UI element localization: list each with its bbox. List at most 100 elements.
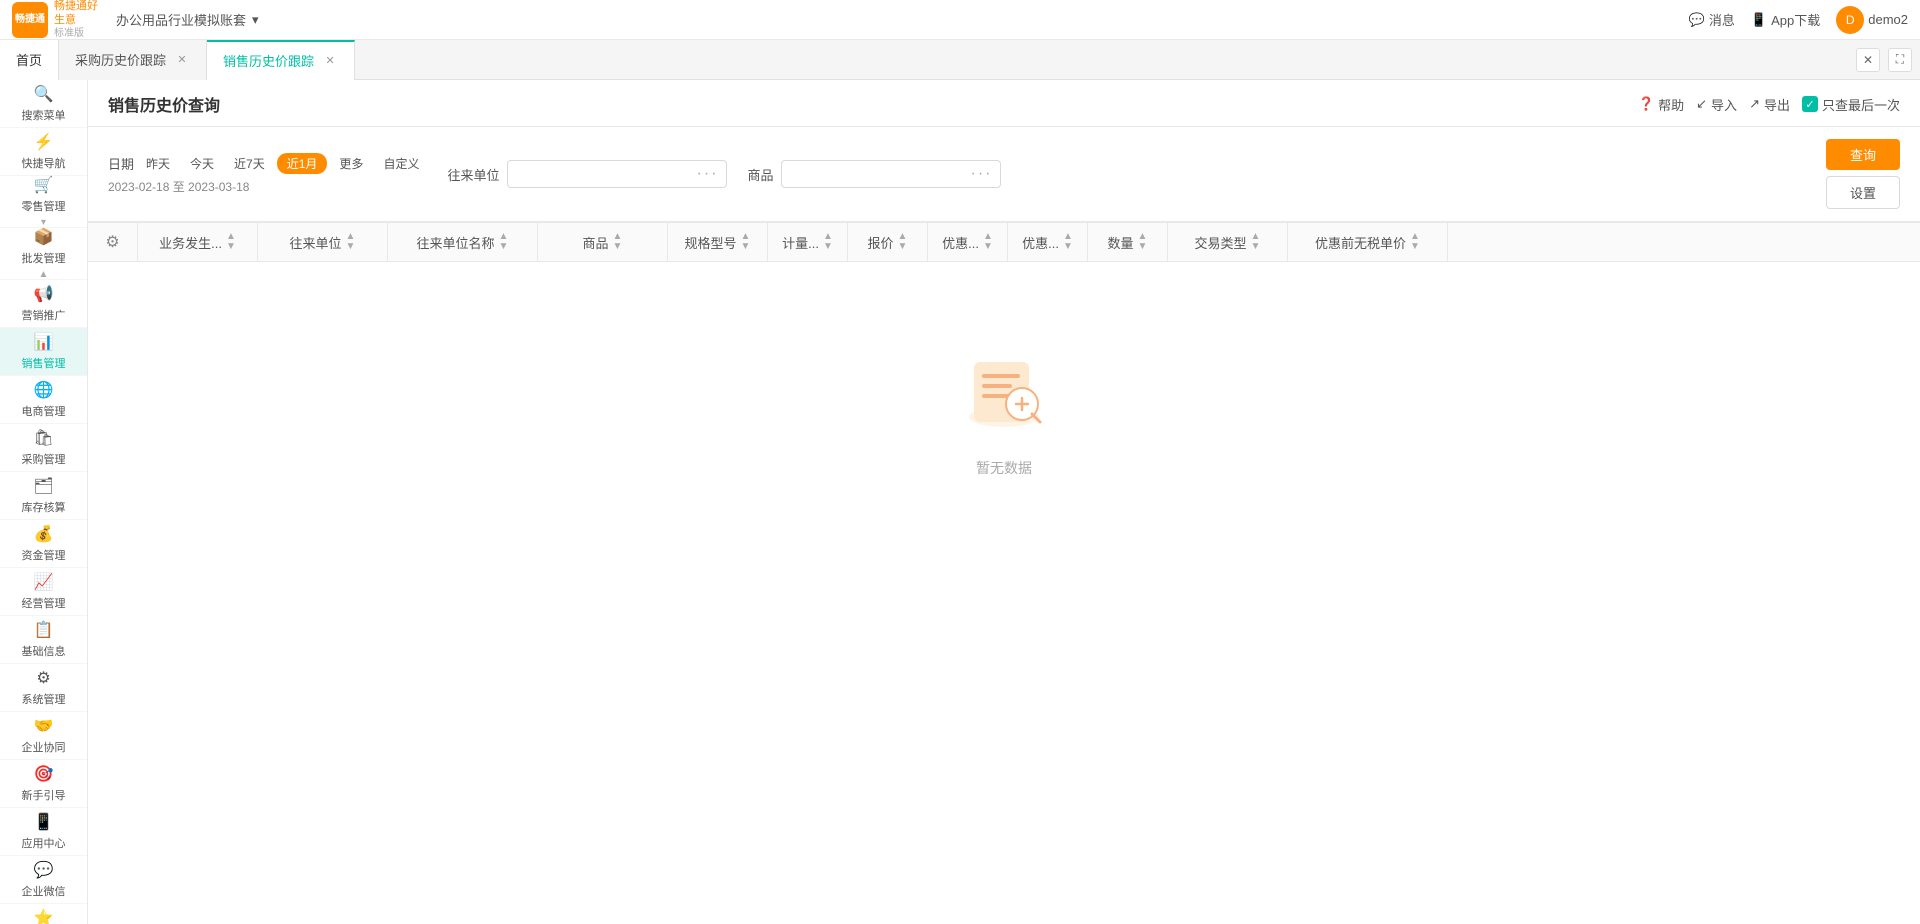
app-center-icon: 📱 [34,812,54,832]
sidebar-item-basic-info[interactable]: 📋 基础信息 [0,616,87,664]
sidebar-item-sales-mgmt[interactable]: 📊 销售管理 [0,328,87,376]
sidebar-item-finance-mgmt[interactable]: 💰 资金管理 [0,520,87,568]
workspace-label: 办公用品行业模拟账套 [116,10,246,29]
th-discount1-sort-icon: ▲▼ [983,232,993,252]
quick-nav-icon: ⚡ [34,132,54,152]
help-icon: ❓ [1638,96,1654,112]
sidebar-item-enterprise-wechat[interactable]: 💬 企业微信 [0,856,87,904]
empty-text: 暂无数据 [976,458,1032,478]
table-header: ⚙ 业务发生... ▲▼ 往来单位 ▲▼ 往来单位名称 ▲▼ 商品 ▲▼ [88,222,1920,262]
th-discount2[interactable]: 优惠... ▲▼ [1008,223,1088,261]
help-btn[interactable]: ❓ 帮助 [1638,95,1684,114]
th-trade-type-sort-icon: ▲▼ [1251,232,1261,252]
th-quote-sort-icon: ▲▼ [898,232,908,252]
th-unit-name[interactable]: 往来单位名称 ▲▼ [388,223,538,261]
settings-button[interactable]: 设置 [1826,176,1900,209]
download-icon: 📱 [1751,12,1767,28]
sidebar-item-app-center[interactable]: 📱 应用中心 [0,808,87,856]
app-center-label: 应用中心 [22,835,66,851]
tab-home-label: 首页 [16,50,42,69]
date-range-text: 2023-02-18 至 2023-03-18 [108,178,427,195]
th-unit-code[interactable]: 往来单位 ▲▼ [258,223,388,261]
th-quantity[interactable]: 数量 ▲▼ [1088,223,1168,261]
enterprise-collab-icon: 🤝 [34,716,54,736]
sidebar-item-system-mgmt[interactable]: ⚙ 系统管理 [0,664,87,712]
page-header: 销售历史价查询 ❓ 帮助 ↙ 导入 ↗ 导出 ✓ [88,80,1920,127]
quick-nav-label: 快捷导航 [22,155,66,171]
unit-input[interactable]: ··· [507,160,727,188]
basic-info-icon: 📋 [34,620,54,640]
sidebar-item-marketing[interactable]: 📢 营销推广 [0,280,87,328]
th-spec[interactable]: 规格型号 ▲▼ [668,223,768,261]
th-unit-measure-sort-icon: ▲▼ [823,232,833,252]
sidebar-item-inventory[interactable]: 🗂 库存核算 [0,472,87,520]
date-btn-more[interactable]: 更多 [331,153,371,174]
system-mgmt-label: 系统管理 [22,691,66,707]
th-unit-code-label: 往来单位 [290,233,342,252]
th-quote[interactable]: 报价 ▲▼ [848,223,928,261]
close-all-tabs-btn[interactable]: ✕ [1856,48,1880,72]
new-user-guide-icon: 🎯 [34,764,54,784]
sidebar-item-ecom-mgmt[interactable]: 🌐 电商管理 [0,376,87,424]
tab-home[interactable]: 首页 [0,40,59,80]
sidebar-item-ops-mgmt[interactable]: 📈 经营管理 [0,568,87,616]
date-btn-7days[interactable]: 近7天 [226,153,273,174]
filter-bar: 日期 昨天 今天 近7天 近1月 更多 自定义 2023-02-18 至 202… [88,127,1920,222]
export-btn[interactable]: ↗ 导出 [1749,95,1790,114]
view-last-checkbox[interactable]: ✓ [1802,96,1818,112]
sidebar-item-new-user-guide[interactable]: 🎯 新手引导 [0,760,87,808]
th-discount1[interactable]: 优惠... ▲▼ [928,223,1008,261]
message-btn[interactable]: 💬 消息 [1689,10,1735,29]
system-mgmt-icon: ⚙ [36,668,50,688]
wholesale-mgmt-label: 批发管理 [22,250,66,266]
workspace-selector[interactable]: 办公用品行业模拟账套 ▾ [100,10,1689,29]
view-last-checkbox-label[interactable]: ✓ 只查最后一次 [1802,95,1900,114]
import-btn[interactable]: ↙ 导入 [1696,95,1737,114]
import-icon: ↙ [1696,96,1707,112]
enterprise-wechat-icon: 💬 [34,860,54,880]
vip-member-icon: ⭐ [34,908,54,924]
sidebar-item-vip-member[interactable]: ⭐ 畅会员 [0,904,87,924]
expand-tab-btn[interactable]: ⛶ [1888,48,1912,72]
th-unit-measure[interactable]: 计量... ▲▼ [768,223,848,261]
date-label: 日期 [108,154,134,173]
ecom-mgmt-label: 电商管理 [22,403,66,419]
date-btn-yesterday[interactable]: 昨天 [138,153,178,174]
th-no-tax-price[interactable]: 优惠前无税单价 ▲▼ [1288,223,1448,261]
tab-sales-close-icon[interactable]: ✕ [322,53,338,69]
product-input-dots-icon: ··· [971,165,993,183]
user-profile-btn[interactable]: D demo2 [1836,6,1908,34]
table-settings-gear-icon: ⚙ [105,232,119,252]
sidebar-item-quick-nav[interactable]: ⚡ 快捷导航 [0,128,87,176]
topbar-right: 💬 消息 📱 App下载 D demo2 [1689,6,1908,34]
sidebar-item-wholesale-mgmt[interactable]: 📦 批发管理 ▲ [0,228,87,280]
table-container: ⚙ 业务发生... ▲▼ 往来单位 ▲▼ 往来单位名称 ▲▼ 商品 ▲▼ [88,222,1920,924]
tab-purchase-history[interactable]: 采购历史价跟踪 ✕ [59,40,207,80]
th-product[interactable]: 商品 ▲▼ [538,223,668,261]
date-btn-custom[interactable]: 自定义 [375,153,427,174]
th-trade-type[interactable]: 交易类型 ▲▼ [1168,223,1288,261]
th-unit-name-sort-icon: ▲▼ [499,232,509,252]
tab-purchase-close-icon[interactable]: ✕ [174,52,190,68]
th-settings[interactable]: ⚙ [88,223,138,261]
th-date[interactable]: 业务发生... ▲▼ [138,223,258,261]
date-btn-today[interactable]: 今天 [182,153,222,174]
tab-sales-history[interactable]: 销售历史价跟踪 ✕ [207,40,355,80]
message-icon: 💬 [1689,12,1705,28]
sidebar-item-search-menu[interactable]: 🔍 搜索菜单 [0,80,87,128]
export-label: 导出 [1764,95,1790,114]
page-title: 销售历史价查询 [108,92,220,116]
date-btn-1month[interactable]: 近1月 [277,153,328,174]
sidebar-item-purchase-mgmt[interactable]: 🛍 采购管理 [0,424,87,472]
import-label: 导入 [1711,95,1737,114]
query-button[interactable]: 查询 [1826,139,1900,170]
product-input[interactable]: ··· [781,160,1001,188]
app-download-btn[interactable]: 📱 App下载 [1751,10,1820,29]
sidebar-item-retail-mgmt[interactable]: 🛒 零售管理 ▾ [0,176,87,228]
basic-info-label: 基础信息 [22,643,66,659]
th-unit-code-sort-icon: ▲▼ [346,232,356,252]
tabbar-actions: ✕ ⛶ [1856,48,1920,72]
content-area: 销售历史价查询 ❓ 帮助 ↙ 导入 ↗ 导出 ✓ [88,80,1920,924]
sidebar-item-enterprise-collab[interactable]: 🤝 企业协同 [0,712,87,760]
finance-mgmt-icon: 💰 [34,524,54,544]
